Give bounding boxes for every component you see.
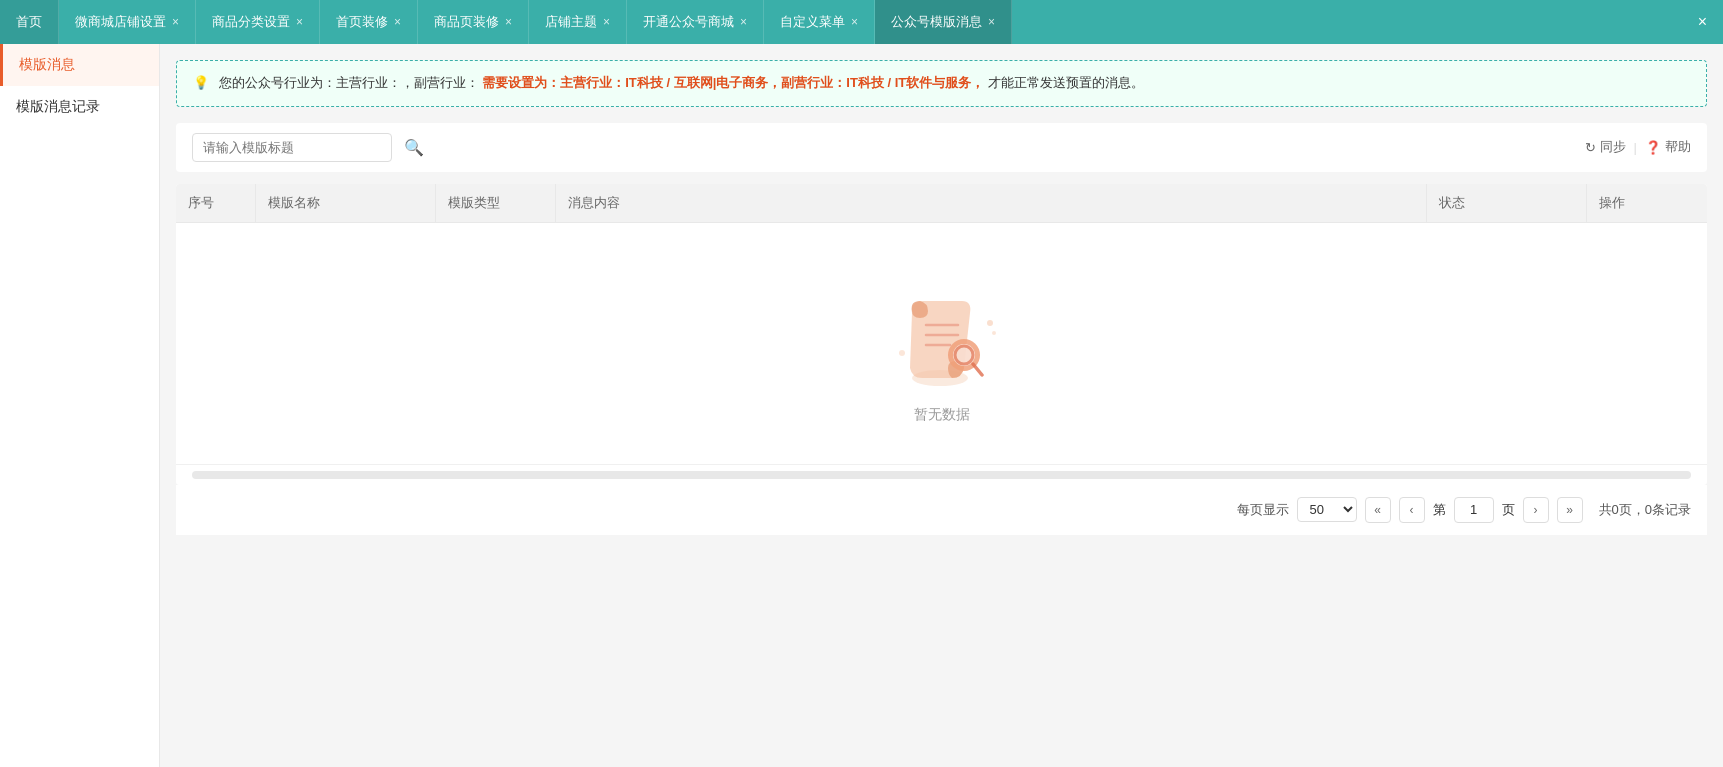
nav-tab-open-mall[interactable]: 开通公众号商城 × bbox=[627, 0, 764, 44]
per-page-label: 每页显示 bbox=[1237, 501, 1289, 519]
nav-tab-wechat-shop[interactable]: 微商城店铺设置 × bbox=[59, 0, 196, 44]
notice-suffix: 才能正常发送预置的消息。 bbox=[988, 75, 1144, 90]
nav-tab-shop-theme[interactable]: 店铺主题 × bbox=[529, 0, 627, 44]
nav-tab-home-decor-close[interactable]: × bbox=[394, 15, 401, 29]
nav-tab-shop-theme-close[interactable]: × bbox=[603, 15, 610, 29]
nav-tab-shop-theme-label: 店铺主题 bbox=[545, 13, 597, 31]
nav-tab-product-decor-close[interactable]: × bbox=[505, 15, 512, 29]
prev-page-icon: ‹ bbox=[1410, 503, 1414, 517]
fake-scrollbar[interactable] bbox=[192, 471, 1691, 479]
nav-tab-wechat-shop-label: 微商城店铺设置 bbox=[75, 13, 166, 31]
page-total-info: 共0页，0条记录 bbox=[1599, 501, 1691, 519]
nav-tab-custom-menu[interactable]: 自定义菜单 × bbox=[764, 0, 875, 44]
help-label: 帮助 bbox=[1665, 138, 1691, 156]
scrollbar-area bbox=[176, 464, 1707, 485]
nav-tab-template-msg-label: 公众号模版消息 bbox=[891, 13, 982, 31]
prev-page-button[interactable]: ‹ bbox=[1399, 497, 1425, 523]
svg-point-9 bbox=[992, 331, 996, 335]
nav-tab-open-mall-label: 开通公众号商城 bbox=[643, 13, 734, 31]
sync-button[interactable]: ↻ 同步 bbox=[1585, 138, 1626, 156]
search-area: 🔍 ↻ 同步 | ❓ 帮助 bbox=[176, 123, 1707, 172]
sidebar: 模版消息 模版消息记录 bbox=[0, 44, 160, 767]
nav-tab-category-label: 商品分类设置 bbox=[212, 13, 290, 31]
nav-tab-home-decor[interactable]: 首页装修 × bbox=[320, 0, 418, 44]
first-page-button[interactable]: « bbox=[1365, 497, 1391, 523]
page-input[interactable] bbox=[1454, 497, 1494, 523]
sidebar-item-template-message-label: 模版消息 bbox=[19, 56, 75, 72]
nav-tab-template-msg[interactable]: 公众号模版消息 × bbox=[875, 0, 1012, 44]
col-index: 序号 bbox=[176, 184, 256, 222]
sidebar-item-template-record-label: 模版消息记录 bbox=[16, 98, 100, 114]
col-action: 操作 bbox=[1587, 184, 1707, 222]
global-close-button[interactable]: × bbox=[1682, 0, 1723, 44]
nav-tab-wechat-shop-close[interactable]: × bbox=[172, 15, 179, 29]
col-status: 状态 bbox=[1427, 184, 1587, 222]
search-right: ↻ 同步 | ❓ 帮助 bbox=[1585, 138, 1691, 156]
svg-point-10 bbox=[899, 350, 905, 356]
page-suffix: 页 bbox=[1502, 501, 1515, 519]
empty-text: 暂无数据 bbox=[914, 406, 970, 424]
bulb-icon: 💡 bbox=[193, 75, 209, 90]
search-left: 🔍 bbox=[192, 133, 428, 162]
main-layout: 模版消息 模版消息记录 💡 您的公众号行业为：主营行业：，副营行业： 需要设置为… bbox=[0, 44, 1723, 767]
col-content: 消息内容 bbox=[556, 184, 1427, 222]
svg-point-8 bbox=[987, 320, 993, 326]
sidebar-item-template-record[interactable]: 模版消息记录 bbox=[0, 86, 159, 128]
per-page-select[interactable]: 50 10 20 100 bbox=[1297, 497, 1357, 522]
table-header: 序号 模版名称 模版类型 消息内容 状态 操作 bbox=[176, 184, 1707, 223]
sync-icon: ↻ bbox=[1585, 140, 1596, 155]
nav-tab-template-msg-close[interactable]: × bbox=[988, 15, 995, 29]
help-icon: ❓ bbox=[1645, 140, 1661, 155]
global-close-icon: × bbox=[1698, 13, 1707, 31]
content-area: 💡 您的公众号行业为：主营行业：，副营行业： 需要设置为：主营行业：IT科技 /… bbox=[160, 44, 1723, 767]
nav-tab-home[interactable]: 首页 bbox=[0, 0, 59, 44]
notice-prefix: 您的公众号行业为：主营行业：，副营行业： bbox=[219, 75, 479, 90]
nav-tab-product-decor-label: 商品页装修 bbox=[434, 13, 499, 31]
svg-line-7 bbox=[973, 364, 982, 375]
pagination-area: 每页显示 50 10 20 100 « ‹ 第 页 › » 共0页，0条记录 bbox=[176, 485, 1707, 535]
search-icon: 🔍 bbox=[404, 139, 424, 156]
next-page-icon: › bbox=[1534, 503, 1538, 517]
nav-tab-category[interactable]: 商品分类设置 × bbox=[196, 0, 320, 44]
last-page-button[interactable]: » bbox=[1557, 497, 1583, 523]
divider: | bbox=[1634, 140, 1637, 155]
empty-state: 暂无数据 bbox=[176, 223, 1707, 464]
next-page-button[interactable]: › bbox=[1523, 497, 1549, 523]
sync-label: 同步 bbox=[1600, 138, 1626, 156]
notice-box: 💡 您的公众号行业为：主营行业：，副营行业： 需要设置为：主营行业：IT科技 /… bbox=[176, 60, 1707, 107]
notice-highlight: 需要设置为：主营行业：IT科技 / 互联网|电子商务，副营行业：IT科技 / I… bbox=[482, 75, 984, 90]
nav-tab-product-decor[interactable]: 商品页装修 × bbox=[418, 0, 529, 44]
empty-icon bbox=[882, 283, 1002, 403]
nav-tab-home-decor-label: 首页装修 bbox=[336, 13, 388, 31]
help-button[interactable]: ❓ 帮助 bbox=[1645, 138, 1691, 156]
nav-tab-custom-menu-close[interactable]: × bbox=[851, 15, 858, 29]
nav-tab-custom-menu-label: 自定义菜单 bbox=[780, 13, 845, 31]
first-page-icon: « bbox=[1374, 503, 1381, 517]
last-page-icon: » bbox=[1566, 503, 1573, 517]
sidebar-item-template-message[interactable]: 模版消息 bbox=[0, 44, 159, 86]
page-prefix: 第 bbox=[1433, 501, 1446, 519]
search-button[interactable]: 🔍 bbox=[400, 134, 428, 161]
nav-tab-home-label: 首页 bbox=[16, 13, 42, 31]
search-input[interactable] bbox=[192, 133, 392, 162]
top-nav: 首页 微商城店铺设置 × 商品分类设置 × 首页装修 × 商品页装修 × 店铺主… bbox=[0, 0, 1723, 44]
nav-tab-open-mall-close[interactable]: × bbox=[740, 15, 747, 29]
nav-tab-category-close[interactable]: × bbox=[296, 15, 303, 29]
col-name: 模版名称 bbox=[256, 184, 436, 222]
table-container: 序号 模版名称 模版类型 消息内容 状态 操作 bbox=[176, 184, 1707, 485]
col-type: 模版类型 bbox=[436, 184, 556, 222]
empty-illustration bbox=[882, 283, 1002, 406]
